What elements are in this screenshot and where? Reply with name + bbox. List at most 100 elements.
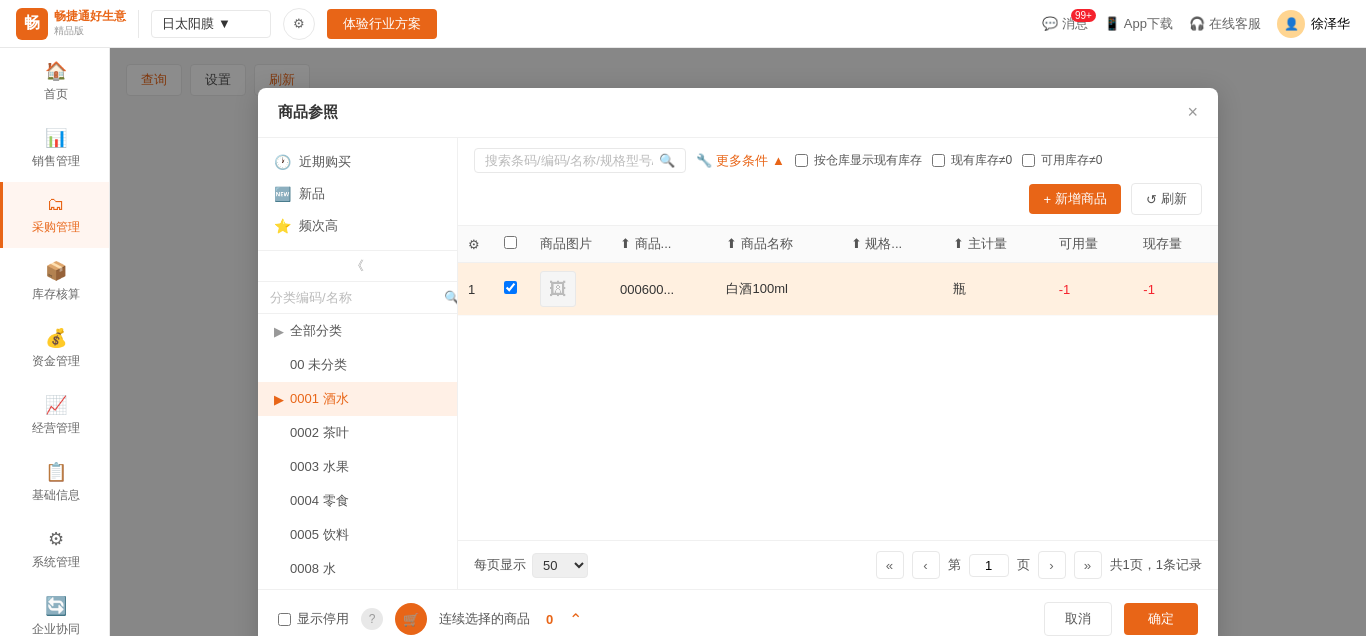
sidebar-item-sales[interactable]: 📊 销售管理 — [0, 115, 109, 182]
sidebar-item-operation[interactable]: 📈 经营管理 — [0, 382, 109, 449]
col-image: 商品图片 — [530, 226, 610, 263]
cat-item-0008[interactable]: 0008 水 — [258, 552, 457, 586]
operation-icon: 📈 — [45, 394, 67, 416]
col-available: 可用量 — [1049, 226, 1134, 263]
col-spec[interactable]: ⬆ 规格... — [841, 226, 943, 263]
store-selector[interactable]: 日太阳膜 ▼ — [151, 10, 271, 38]
nonzero-stock-checkbox[interactable]: 现有库存≠0 — [932, 152, 1012, 169]
sidebar-item-label: 资金管理 — [32, 353, 80, 370]
prev-page-button[interactable]: ‹ — [912, 551, 940, 579]
app-label: App下载 — [1124, 15, 1173, 33]
warehouse-stock-checkbox[interactable]: 按仓库显示现有库存 — [795, 152, 922, 169]
col-code[interactable]: ⬆ 商品... — [610, 226, 716, 263]
cat-arrow-icon: ▶ — [274, 392, 284, 407]
cart-button[interactable]: 🛒 — [395, 603, 427, 635]
product-search-input[interactable] — [485, 153, 653, 168]
modal-body: 🕐 近期购买 🆕 新品 ⭐ 频次高 — [258, 138, 1218, 589]
col-name[interactable]: ⬆ 商品名称 — [716, 226, 840, 263]
sidebar-item-purchase[interactable]: 🗂 采购管理 — [0, 182, 109, 248]
frequent-icon: ⭐ — [274, 218, 291, 234]
modal-header: 商品参照 × — [258, 88, 1218, 138]
sidebar-item-collab[interactable]: 🔄 企业协同 — [0, 583, 109, 636]
quick-links: 🕐 近期购买 🆕 新品 ⭐ 频次高 — [258, 138, 457, 251]
show-disabled-label: 显示停用 — [297, 610, 349, 628]
cat-item-0005[interactable]: 0005 饮料 — [258, 518, 457, 552]
quick-link-new[interactable]: 🆕 新品 — [258, 178, 457, 210]
cat-item-00[interactable]: 00 未分类 — [258, 348, 457, 382]
category-search-input[interactable] — [270, 290, 438, 305]
recent-icon: 🕐 — [274, 154, 291, 170]
message-button[interactable]: 💬 消息 99+ — [1042, 15, 1088, 33]
modal-title: 商品参照 — [278, 103, 338, 122]
search-toolbar: 🔍 🔧 更多条件 ▲ 按仓库显示现有库存 — [458, 138, 1218, 226]
last-page-button[interactable]: » — [1074, 551, 1102, 579]
right-panel: 🔍 🔧 更多条件 ▲ 按仓库显示现有库存 — [458, 138, 1218, 589]
search-icon[interactable]: 🔍 — [659, 153, 675, 168]
sidebar-item-label: 系统管理 — [32, 554, 80, 571]
app-download-button[interactable]: 📱 App下载 — [1104, 15, 1173, 33]
select-all-checkbox[interactable] — [504, 236, 517, 249]
show-disabled-checkbox[interactable]: 显示停用 — [278, 610, 349, 628]
modal-close-button[interactable]: × — [1187, 102, 1198, 123]
col-settings[interactable]: ⚙ — [458, 226, 494, 263]
category-search-icon[interactable]: 🔍 — [444, 290, 458, 305]
sidebar-item-label: 企业协同 — [32, 621, 80, 636]
col-unit[interactable]: ⬆ 主计量 — [943, 226, 1049, 263]
logo-text: 畅捷通好生意 — [54, 9, 126, 25]
sidebar-item-finance[interactable]: 💰 资金管理 — [0, 315, 109, 382]
product-search-box: 🔍 — [474, 148, 686, 173]
message-badge: 99+ — [1071, 9, 1096, 22]
purchase-icon: 🗂 — [47, 194, 65, 215]
available-nonzero-checkbox[interactable]: 可用库存≠0 — [1022, 152, 1102, 169]
service-button[interactable]: 🎧 在线客服 — [1189, 15, 1261, 33]
per-page-selector: 每页显示 20 50 100 — [474, 553, 588, 578]
collapse-button[interactable]: 《 — [258, 251, 457, 282]
add-product-button[interactable]: + 新增商品 — [1029, 184, 1121, 214]
cat-item-label: 0001 酒水 — [290, 390, 349, 408]
cat-item-label: 0005 饮料 — [290, 526, 349, 544]
quick-link-recent[interactable]: 🕐 近期购买 — [258, 146, 457, 178]
table-row[interactable]: 1 🖼 000600... 白酒100ml 瓶 — [458, 263, 1218, 316]
per-page-select[interactable]: 20 50 100 — [532, 553, 588, 578]
cancel-button[interactable]: 取消 — [1044, 602, 1112, 636]
sidebar-item-inventory[interactable]: 📦 库存核算 — [0, 248, 109, 315]
sidebar-item-home[interactable]: 🏠 首页 — [0, 48, 109, 115]
cat-item-all[interactable]: ▶ 全部分类 — [258, 314, 457, 348]
logo-area: 畅 畅捷通好生意 精品版 — [16, 8, 126, 40]
gear-button[interactable]: ⚙ — [283, 8, 315, 40]
filter-label: 更多条件 — [716, 152, 768, 170]
refresh-button[interactable]: ↺ 刷新 — [1131, 183, 1202, 215]
cat-item-0002[interactable]: 0002 茶叶 — [258, 416, 457, 450]
quick-link-frequent[interactable]: ⭐ 频次高 — [258, 210, 457, 242]
store-name: 日太阳膜 — [162, 15, 214, 33]
refresh-label: 刷新 — [1161, 190, 1187, 208]
cat-item-0003[interactable]: 0003 水果 — [258, 450, 457, 484]
cat-item-label: 0004 零食 — [290, 492, 349, 510]
sidebar-item-label: 库存核算 — [32, 286, 80, 303]
row-checkbox[interactable] — [494, 263, 530, 316]
expand-icon[interactable]: ⌃ — [569, 610, 582, 629]
sidebar-item-basic[interactable]: 📋 基础信息 — [0, 449, 109, 516]
row-stock: -1 — [1133, 263, 1218, 316]
checkbox-label: 现有库存≠0 — [951, 152, 1012, 169]
row-image: 🖼 — [530, 263, 610, 316]
cat-item-0001[interactable]: ▶ 0001 酒水 — [258, 382, 457, 416]
exp-industry-button[interactable]: 体验行业方案 — [327, 9, 437, 39]
sidebar-item-system[interactable]: ⚙ 系统管理 — [0, 516, 109, 583]
page-number-input[interactable] — [969, 554, 1009, 577]
help-icon[interactable]: ? — [361, 608, 383, 630]
quick-link-label: 频次高 — [299, 217, 338, 235]
next-page-button[interactable]: › — [1038, 551, 1066, 579]
confirm-button[interactable]: 确定 — [1124, 603, 1198, 635]
first-page-button[interactable]: « — [876, 551, 904, 579]
sidebar-item-label: 首页 — [44, 86, 68, 103]
chevron-down-icon: ▼ — [218, 16, 231, 31]
plus-icon: + — [1043, 192, 1051, 207]
cat-item-0004[interactable]: 0004 零食 — [258, 484, 457, 518]
row-unit: 瓶 — [943, 263, 1049, 316]
user-area[interactable]: 👤 徐泽华 — [1277, 10, 1350, 38]
col-checkbox — [494, 226, 530, 263]
more-filter-button[interactable]: 🔧 更多条件 ▲ — [696, 152, 785, 170]
modal-overlay: 商品参照 × 🕐 近期购买 🆕 — [110, 48, 1366, 636]
sales-icon: 📊 — [45, 127, 67, 149]
